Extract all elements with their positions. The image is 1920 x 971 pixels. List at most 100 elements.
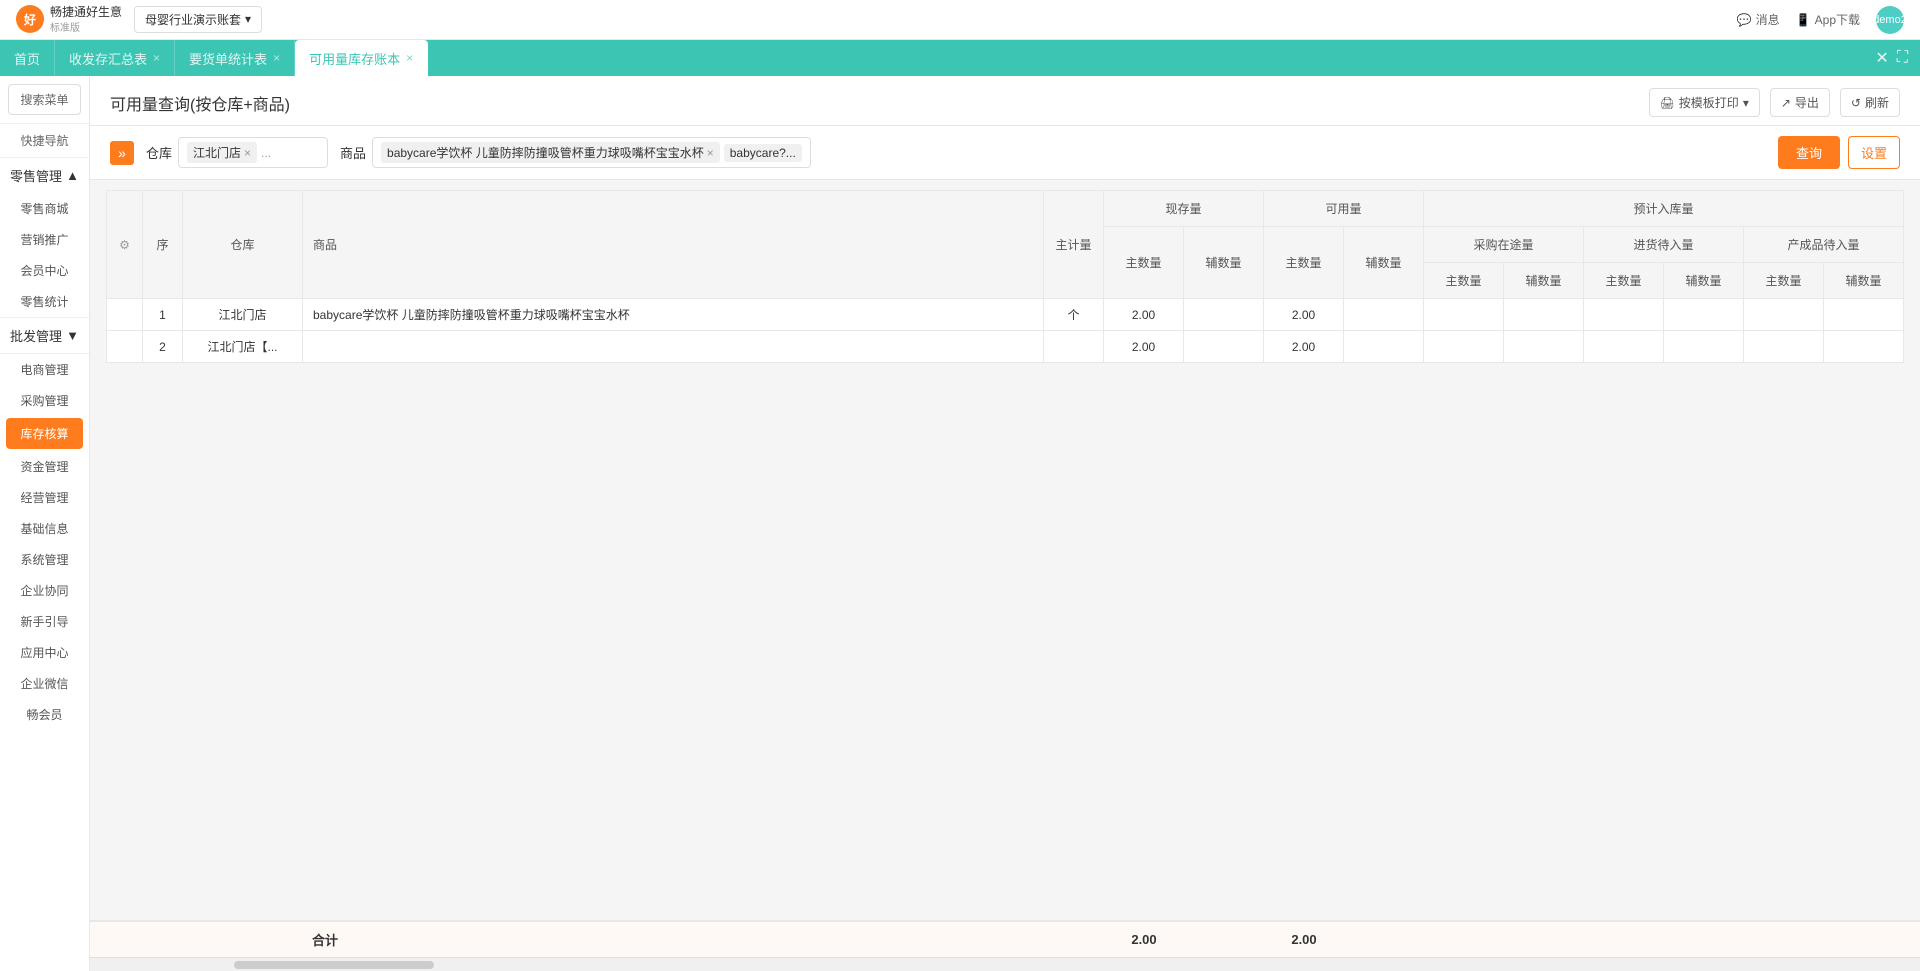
refresh-button[interactable]: ↺ 刷新 (1840, 88, 1900, 117)
sidebar-item-newguide[interactable]: 新手引导 (0, 606, 89, 637)
cell-pur-transit-main-2 (1424, 331, 1504, 363)
tab-order-close[interactable]: × (273, 51, 280, 65)
avatar[interactable]: demo2 (1876, 6, 1904, 34)
sidebar-section-wholesale: 批发管理 ▼ (0, 318, 89, 354)
product-filter-input[interactable]: babycare学饮杯 儿童防摔防撞吸管杯重力球吸嘴杯宝宝水杯 × babyca… (372, 137, 811, 168)
chevron-down-icon: ▾ (245, 12, 251, 26)
sidebar-item-finance[interactable]: 资金管理 (0, 451, 89, 482)
footer-avail-main: 2.00 (1264, 930, 1344, 949)
warehouse-filter-label: 仓库 (146, 143, 172, 162)
table-row: 2 江北门店【... 2.00 2.00 (107, 331, 1904, 363)
page-actions: 🖨 按模板打印 ▾ ↗ 导出 ↺ 刷新 (1649, 88, 1900, 117)
sidebar-item-vip[interactable]: 畅会员 (0, 699, 89, 730)
table-container: ⚙ 序 仓库 商品 主计量 现存量 可用量 预计入库量 主数量 辅数量 主数量 (90, 180, 1920, 920)
th-finished-aux: 辅数量 (1824, 263, 1904, 299)
footer-incoming-aux (1664, 930, 1744, 949)
footer-pur-transit-main (1424, 930, 1504, 949)
filter-expand-button[interactable]: » (110, 141, 134, 165)
cell-seq-1: 1 (143, 299, 183, 331)
sidebar-item-retail-mall[interactable]: 零售商城 (0, 193, 89, 224)
sidebar-wholesale-header[interactable]: 批发管理 ▼ (0, 318, 89, 353)
th-purchase-transit-group: 采购在途量 (1424, 227, 1584, 263)
cell-avail-main-2: 2.00 (1264, 331, 1344, 363)
th-forecasted-group: 预计入库量 (1424, 191, 1904, 227)
cell-curr-aux-2 (1184, 331, 1264, 363)
sidebar-item-appcenter[interactable]: 应用中心 (0, 637, 89, 668)
cell-seq-2: 2 (143, 331, 183, 363)
top-bar: 好 畅捷通好生意 标准版 母婴行业演示账套 ▾ 💬 消息 📱 App下载 dem… (0, 0, 1920, 40)
warehouse-filter-input[interactable]: 江北门店 × ... (178, 137, 328, 168)
sidebar-item-marketing[interactable]: 营销推广 (0, 224, 89, 255)
settings-icon[interactable]: ⚙ (119, 238, 130, 252)
sidebar-item-retail-stats[interactable]: 零售统计 (0, 286, 89, 317)
product-tag-1-remove[interactable]: × (707, 146, 714, 160)
message-button[interactable]: 💬 消息 (1737, 11, 1780, 28)
table-row: 1 江北门店 babycare学饮杯 儿童防摔防撞吸管杯重力球吸嘴杯宝宝水杯 个… (107, 299, 1904, 331)
refresh-icon: ↺ (1851, 96, 1861, 110)
th-seq: 序 (143, 191, 183, 299)
quick-nav-button[interactable]: 快捷导航 (0, 124, 89, 158)
th-current-main: 主数量 (1104, 227, 1184, 299)
tab-order[interactable]: 要货单统计表 × (175, 40, 295, 76)
export-button[interactable]: ↗ 导出 (1770, 88, 1830, 117)
sidebar-item-operation[interactable]: 经营管理 (0, 482, 89, 513)
product-filter-label: 商品 (340, 143, 366, 162)
logo-text: 畅捷通好生意 (50, 5, 122, 19)
tab-income-close[interactable]: × (153, 51, 160, 65)
sidebar-item-member[interactable]: 会员中心 (0, 255, 89, 286)
tab-stock-close[interactable]: × (406, 51, 413, 65)
tab-income-label: 收发存汇总表 (69, 49, 147, 68)
sidebar-item-purchase[interactable]: 采购管理 (0, 385, 89, 416)
print-button[interactable]: 🖨 按模板打印 ▾ (1649, 88, 1760, 117)
sidebar-item-system[interactable]: 系统管理 (0, 544, 89, 575)
tenant-selector[interactable]: 母婴行业演示账套 ▾ (134, 6, 262, 33)
tab-order-label: 要货单统计表 (189, 49, 267, 68)
search-menu-button[interactable]: 搜索菜单 (8, 84, 81, 115)
cell-avail-aux-2 (1344, 331, 1424, 363)
cell-product-1: babycare学饮杯 儿童防摔防撞吸管杯重力球吸嘴杯宝宝水杯 (303, 299, 1044, 331)
horizontal-scrollbar[interactable] (90, 957, 1920, 971)
footer-curr-main: 2.00 (1104, 930, 1184, 949)
th-avail-main: 主数量 (1264, 227, 1344, 299)
footer-curr-aux (1184, 930, 1264, 949)
sidebar-item-inventory[interactable]: 库存核算 (6, 418, 83, 449)
tab-bar: 首页 收发存汇总表 × 要货单统计表 × 可用量库存账本 × ✕ ⛶ (0, 40, 1920, 76)
scroll-thumb[interactable] (234, 961, 434, 969)
tab-income[interactable]: 收发存汇总表 × (55, 40, 175, 76)
footer-finished-main (1744, 930, 1824, 949)
footer-label: 合计 (302, 930, 1044, 949)
chevron-down-icon2: ▼ (66, 328, 79, 343)
cell-finished-aux-1 (1824, 299, 1904, 331)
tab-home[interactable]: 首页 (0, 40, 55, 76)
warehouse-more-btn[interactable]: ... (261, 146, 271, 160)
th-current-stock-group: 现存量 (1104, 191, 1264, 227)
query-button[interactable]: 查询 (1778, 136, 1840, 169)
cell-pur-transit-main-1 (1424, 299, 1504, 331)
chevron-up-icon: ▲ (66, 168, 79, 183)
warehouse-tag-remove[interactable]: × (244, 146, 251, 160)
print-chevron-icon: ▾ (1743, 96, 1749, 110)
tab-stock[interactable]: 可用量库存账本 × (295, 40, 428, 76)
cell-finished-main-2 (1744, 331, 1824, 363)
page-title: 可用量查询(按仓库+商品) (110, 91, 290, 115)
sidebar-item-ecommerce[interactable]: 电商管理 (0, 354, 89, 385)
th-finished-group: 产成品待入量 (1744, 227, 1904, 263)
app-download-button[interactable]: 📱 App下载 (1796, 11, 1860, 28)
sidebar-item-basic[interactable]: 基础信息 (0, 513, 89, 544)
sidebar-retail-header[interactable]: 零售管理 ▲ (0, 158, 89, 193)
page-header: 可用量查询(按仓库+商品) 🖨 按模板打印 ▾ ↗ 导出 ↺ 刷新 (90, 76, 1920, 126)
print-icon: 🖨 (1660, 96, 1675, 110)
th-finished-main: 主数量 (1744, 263, 1824, 299)
main-layout: 搜索菜单 快捷导航 零售管理 ▲ 零售商城 营销推广 会员中心 零售统计 批发管… (0, 76, 1920, 971)
content-area: 可用量查询(按仓库+商品) 🖨 按模板打印 ▾ ↗ 导出 ↺ 刷新 » (90, 76, 1920, 971)
sidebar-item-enterprise[interactable]: 企业协同 (0, 575, 89, 606)
fullscreen-icon[interactable]: ⛶ (1897, 49, 1908, 67)
product-filter-group: 商品 babycare学饮杯 儿童防摔防撞吸管杯重力球吸嘴杯宝宝水杯 × bab… (340, 137, 811, 168)
setting-button[interactable]: 设置 (1848, 136, 1900, 169)
cell-incoming-aux-1 (1664, 299, 1744, 331)
close-all-icon[interactable]: ✕ (1875, 48, 1888, 68)
data-table: ⚙ 序 仓库 商品 主计量 现存量 可用量 预计入库量 主数量 辅数量 主数量 (106, 190, 1904, 363)
tab-stock-label: 可用量库存账本 (309, 49, 400, 68)
logo: 好 畅捷通好生意 标准版 (16, 5, 122, 34)
sidebar-item-enterprise-wechat[interactable]: 企业微信 (0, 668, 89, 699)
